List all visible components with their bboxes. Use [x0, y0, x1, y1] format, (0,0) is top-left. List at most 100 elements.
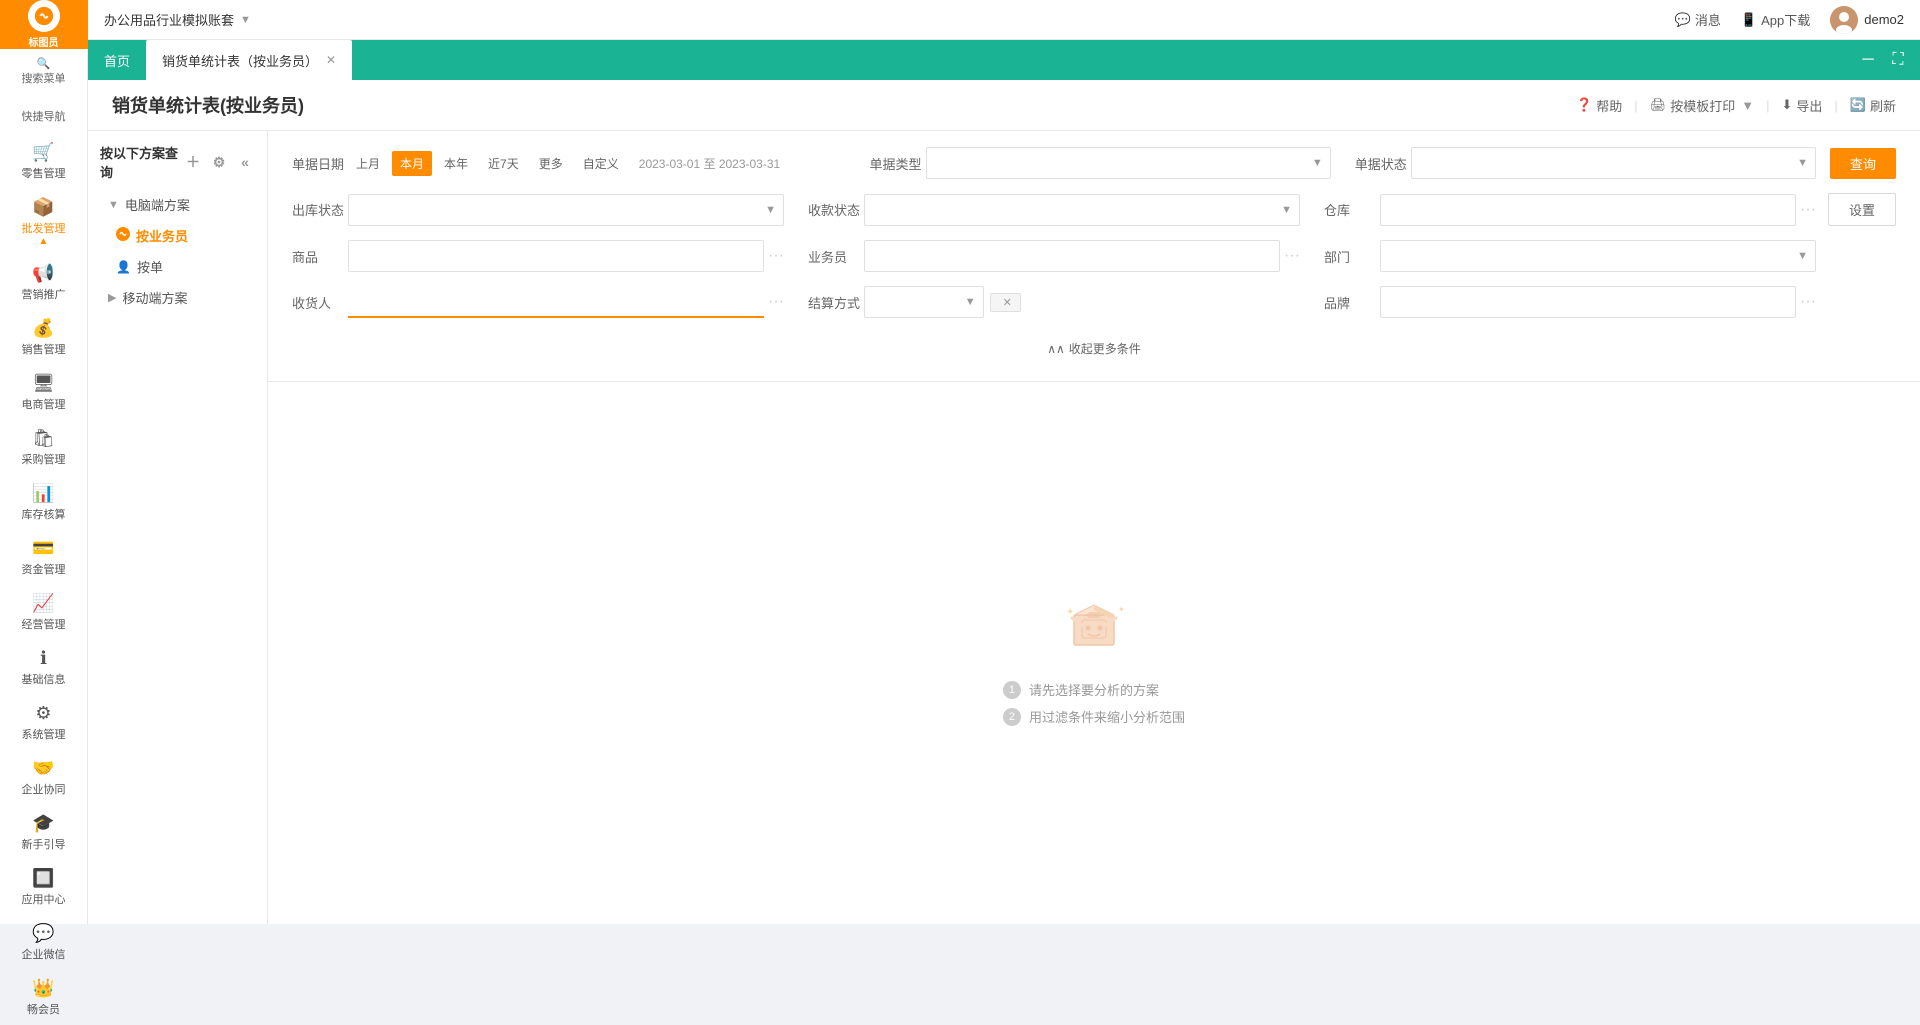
main-area: 办公用品行业模拟账套 ▼ 💬 消息 📱 App下载 demo2 首页	[88, 0, 1920, 924]
sidebar-item-ecommerce[interactable]: 🖥 电商管理	[0, 365, 87, 420]
settings-scheme-btn[interactable]: ⚙	[209, 152, 229, 172]
filter-row-2: 出库状态 ▼ 收款状态 ▼	[292, 193, 1896, 226]
doc-status-select-wrap: ▼	[1411, 147, 1816, 179]
tab-maximize-btn[interactable]: ⛶	[1884, 46, 1912, 74]
brand-input[interactable]	[1380, 286, 1796, 318]
salesperson-input[interactable]	[864, 240, 1280, 272]
print-dropdown-icon[interactable]: ▼	[1741, 98, 1754, 113]
apps-icon: 🔲	[32, 868, 54, 889]
date-prev-month[interactable]: 上月	[348, 151, 388, 176]
sales-icon: 💰	[32, 318, 54, 339]
topbar-user[interactable]: demo2	[1830, 6, 1904, 34]
sidebar-item-sales[interactable]: 💰 销售管理	[0, 310, 87, 365]
member-icon: 👑	[32, 978, 54, 999]
tab-sales-stat[interactable]: 销货单统计表（按业务员） ✕	[146, 40, 352, 80]
tabbar-actions: ─ ⛶	[1854, 46, 1920, 74]
doc-type-select[interactable]	[926, 147, 1331, 179]
tab-minimize-btn[interactable]: ─	[1854, 46, 1882, 74]
page-header: 销货单统计表(按业务员) ❓ 帮助 | 🖨 按模板打印 ▼ | ⬇ 导出 |	[88, 80, 1920, 131]
right-content: 单据日期 上月 本月 本年 近7天 更多 自定义 2023-03-01 至 20…	[268, 131, 1920, 924]
date-cur-month[interactable]: 本月	[392, 151, 432, 176]
print-btn[interactable]: 🖨 按模板打印 ▼	[1650, 96, 1754, 115]
topbar-app-btn[interactable]: 📱 App下载	[1741, 10, 1810, 29]
sidebar-item-newbie[interactable]: 🎓 新手引导	[0, 805, 87, 860]
date-7days[interactable]: 近7天	[480, 151, 527, 176]
tree-mobile-label: 移动端方案	[122, 288, 187, 307]
dept-select[interactable]	[1380, 240, 1816, 272]
svg-text:✦: ✦	[1066, 607, 1074, 618]
tree-by-order[interactable]: 👤 按单	[116, 251, 267, 282]
salesperson-dots[interactable]: ···	[1284, 247, 1300, 265]
add-scheme-btn[interactable]: ＋	[183, 152, 203, 172]
empty-hint-1: 1 请先选择要分析的方案	[1003, 680, 1185, 699]
filter-doc-status: 单据状态 ▼	[1355, 147, 1816, 179]
tab-home[interactable]: 首页	[88, 40, 146, 80]
collapse-bar[interactable]: ∧∧ 收起更多条件	[292, 332, 1896, 365]
doc-status-select[interactable]	[1411, 147, 1816, 179]
empty-hint-2: 2 用过滤条件来缩小分析范围	[1003, 707, 1185, 726]
filter-warehouse: 仓库 ···	[1324, 194, 1816, 226]
goods-input[interactable]	[348, 240, 764, 272]
tab-close-btn[interactable]: ✕	[326, 53, 336, 67]
payment-tag-close[interactable]: ✕	[1003, 296, 1012, 309]
consignee-input[interactable]	[348, 286, 764, 318]
topbar-msg-btn[interactable]: 💬 消息	[1675, 10, 1721, 29]
help-btn[interactable]: ❓ 帮助	[1576, 96, 1622, 115]
tree-by-salesperson[interactable]: 按业务员	[116, 220, 267, 251]
sidebar-item-apps[interactable]: 🔲 应用中心	[0, 860, 87, 915]
stock-status-select[interactable]	[348, 194, 784, 226]
print-icon: 🖨	[1650, 97, 1667, 113]
sidebar-search[interactable]: 🔍 搜索菜单	[0, 49, 87, 94]
brand-dots[interactable]: ···	[1800, 293, 1816, 311]
sidebar: 标图员 🔍 搜索菜单 快捷导航 🛒 零售管理 📦 批发管理 ▲ 📢 营销推广 💰…	[0, 0, 88, 924]
collapse-panel-btn[interactable]: «	[235, 152, 255, 172]
left-panel-actions: ＋ ⚙ «	[183, 152, 255, 172]
header-divider3: |	[1834, 98, 1837, 113]
sidebar-item-purchase[interactable]: 🛍 采购管理	[0, 420, 87, 475]
tree-mobile[interactable]: ▶ 移动端方案	[88, 282, 267, 313]
date-cur-year[interactable]: 本年	[436, 151, 476, 176]
settings-btn[interactable]: 设置	[1828, 193, 1896, 226]
hint2-num: 2	[1003, 708, 1021, 726]
doc-type-label: 单据类型	[870, 154, 926, 173]
sidebar-item-system[interactable]: ⚙ 系统管理	[0, 695, 87, 750]
sidebar-item-wechat[interactable]: 💬 企业微信	[0, 915, 87, 970]
apps-label: 应用中心	[22, 891, 66, 907]
finance-label: 资金管理	[22, 561, 66, 577]
sidebar-item-enterprise[interactable]: 🤝 企业协同	[0, 750, 87, 805]
sidebar-item-marketing[interactable]: 📢 营销推广	[0, 255, 87, 310]
help-icon: ❓	[1576, 97, 1592, 113]
enterprise-icon: 🤝	[32, 758, 54, 779]
sidebar-quick-nav[interactable]: 快捷导航	[0, 102, 87, 126]
date-more[interactable]: 更多	[531, 151, 571, 176]
retail-icon: 🛒	[32, 142, 54, 163]
date-custom[interactable]: 自定义	[575, 151, 627, 176]
sidebar-item-finance[interactable]: 💳 资金管理	[0, 530, 87, 585]
breadcrumb-arrow[interactable]: ▼	[240, 14, 251, 26]
sidebar-item-basic[interactable]: ℹ 基础信息	[0, 640, 87, 695]
export-btn[interactable]: ⬇ 导出	[1781, 96, 1822, 115]
refresh-btn[interactable]: 🔄 刷新	[1850, 96, 1896, 115]
topbar: 办公用品行业模拟账套 ▼ 💬 消息 📱 App下载 demo2	[88, 0, 1920, 40]
app-logo: 标图员	[0, 0, 88, 49]
tree-mobile-expand-icon: ▶	[108, 291, 116, 304]
filter-consignee: 收货人 ···	[292, 286, 784, 318]
sidebar-item-wholesale[interactable]: 📦 批发管理 ▲	[0, 189, 87, 255]
payment-status-select[interactable]	[864, 194, 1300, 226]
sidebar-item-member[interactable]: 👑 畅会员	[0, 970, 87, 1025]
sidebar-item-operation[interactable]: 📈 经营管理	[0, 585, 87, 640]
goods-dots[interactable]: ···	[768, 247, 784, 265]
sidebar-item-retail[interactable]: 🛒 零售管理	[0, 134, 87, 189]
query-btn[interactable]: 查询	[1830, 148, 1896, 179]
payment-method-select[interactable]	[864, 286, 984, 318]
warehouse-input[interactable]	[1380, 194, 1796, 226]
warehouse-dots[interactable]: ···	[1800, 201, 1816, 219]
tree-desktop[interactable]: ▼ 电脑端方案	[88, 189, 267, 220]
filter-row-1: 单据日期 上月 本月 本年 近7天 更多 自定义 2023-03-01 至 20…	[292, 147, 1896, 179]
home-tab-label: 首页	[104, 51, 130, 70]
order-label: 按单	[137, 257, 163, 276]
sales-stat-tab-label: 销货单统计表（按业务员）	[162, 51, 318, 70]
tree-expand-icon: ▼	[108, 199, 119, 211]
consignee-dots[interactable]: ···	[768, 293, 784, 311]
sidebar-item-inventory[interactable]: 📊 库存核算	[0, 475, 87, 530]
